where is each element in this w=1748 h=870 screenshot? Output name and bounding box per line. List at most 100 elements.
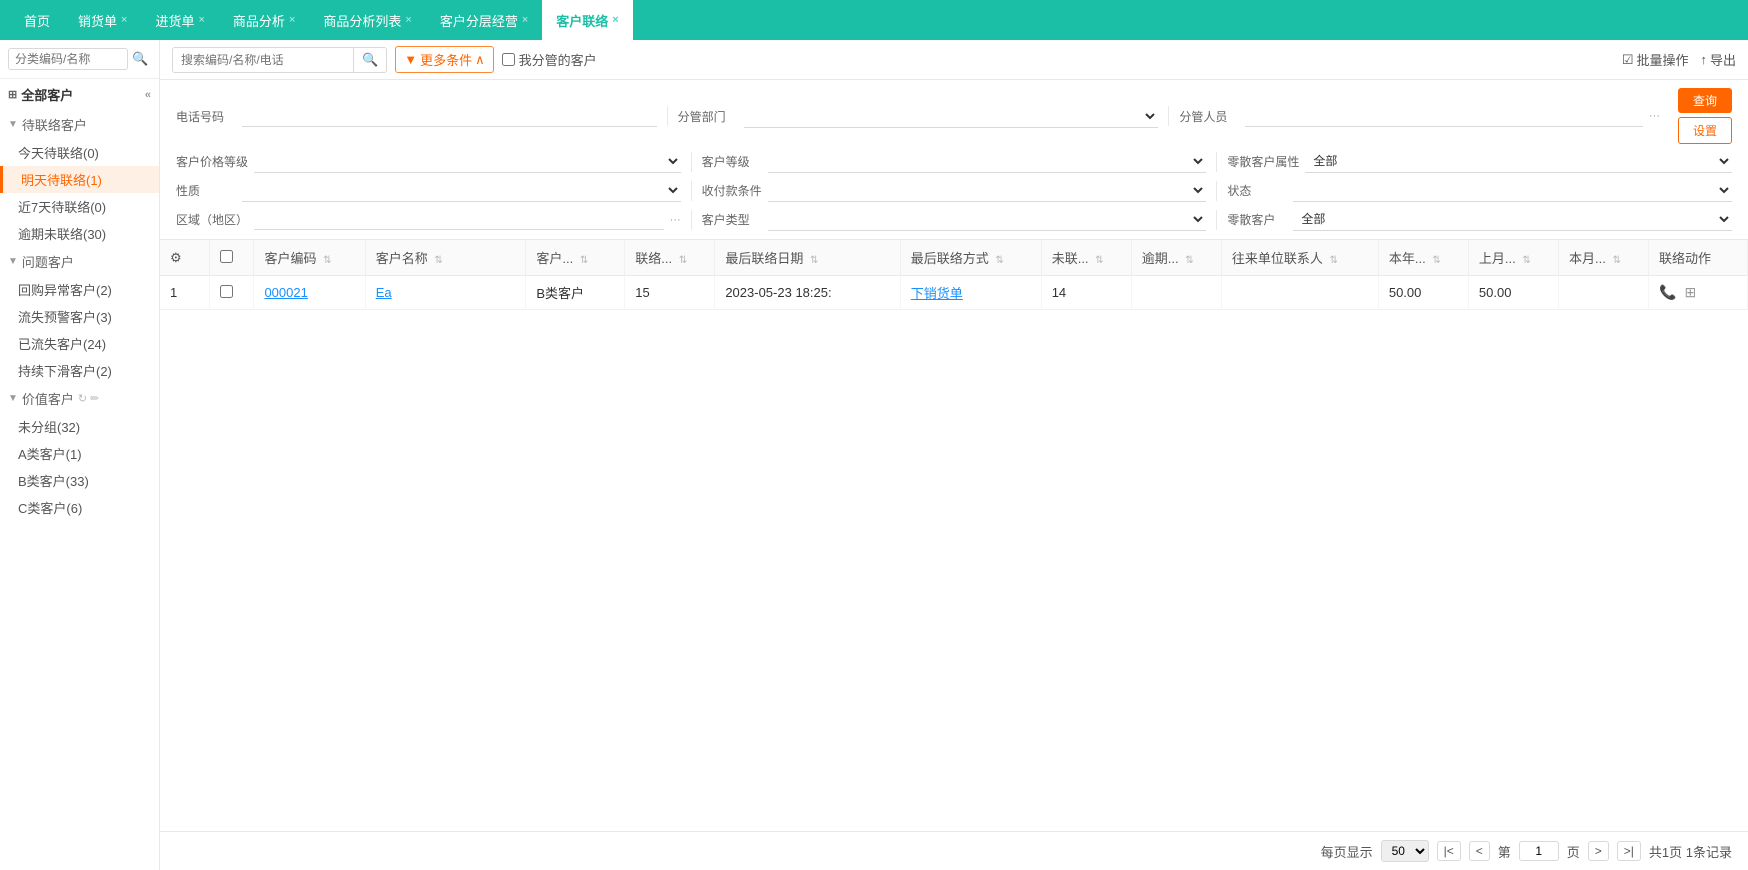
- sidebar-group-value[interactable]: ▼ 价值客户 ↻ ✏: [0, 384, 159, 413]
- status-label: 状态: [1227, 182, 1287, 199]
- close-icon[interactable]: ×: [121, 14, 127, 26]
- sidebar-item-repurchase-abnormal[interactable]: 回购异常客户(2): [0, 276, 159, 303]
- person-input[interactable]: [1245, 106, 1643, 127]
- row-checkbox[interactable]: [220, 285, 233, 298]
- more-filter-button[interactable]: ▼ 更多条件 ∧: [395, 46, 493, 73]
- nav-home[interactable]: 首页: [10, 0, 64, 40]
- col-header-contacts[interactable]: 联络... ⇅: [625, 240, 715, 276]
- sidebar-item-a-class[interactable]: A类客户(1): [0, 440, 159, 467]
- separator: [1168, 106, 1169, 126]
- settings-button[interactable]: 设置: [1678, 117, 1732, 144]
- export-button[interactable]: ↑ 导出: [1700, 50, 1736, 69]
- refresh-icon[interactable]: ↻: [78, 392, 87, 405]
- nav-purchase[interactable]: 进货单 ×: [141, 0, 218, 40]
- search-icon[interactable]: 🔍: [132, 51, 148, 67]
- first-page-button[interactable]: |<: [1437, 841, 1461, 861]
- select-all-checkbox[interactable]: [220, 250, 233, 263]
- col-header-last-month[interactable]: 上月... ⇅: [1468, 240, 1558, 276]
- customer-level-label: 客户等级: [702, 153, 762, 170]
- search-button[interactable]: 🔍: [353, 48, 386, 72]
- sidebar-group-pending[interactable]: ▼ 待联络客户: [0, 110, 159, 139]
- table-row: 1 000021 Ea B类客户: [160, 276, 1748, 310]
- col-header-last-method[interactable]: 最后联络方式 ⇅: [900, 240, 1041, 276]
- cell-type: B类客户: [526, 276, 625, 310]
- region-more-icon[interactable]: ···: [670, 214, 681, 226]
- sidebar-item-overdue-contact[interactable]: 逾期未联络(30): [0, 220, 159, 247]
- phone-input[interactable]: [242, 106, 657, 127]
- sort-icon: ⇅: [1522, 255, 1530, 266]
- filter-person: 分管人员 ···: [1179, 106, 1660, 127]
- collapse-icon[interactable]: «: [145, 89, 151, 101]
- search-input[interactable]: [173, 49, 353, 71]
- nav-customer-contact[interactable]: 客户联络 ×: [542, 0, 632, 40]
- filter-dept: 分管部门: [678, 105, 1159, 128]
- region-input[interactable]: [254, 209, 664, 230]
- phone-action-icon[interactable]: 📞: [1659, 284, 1676, 301]
- col-header-last-date[interactable]: 最后联络日期 ⇅: [715, 240, 900, 276]
- nav-customer-tier[interactable]: 客户分层经营 ×: [426, 0, 542, 40]
- customer-code-link[interactable]: 000021: [264, 285, 307, 300]
- col-header-this-year[interactable]: 本年... ⇅: [1378, 240, 1468, 276]
- sidebar-item-c-class[interactable]: C类客户(6): [0, 494, 159, 521]
- batch-operation-button[interactable]: ☑ 批量操作: [1622, 50, 1689, 69]
- nature-select[interactable]: [242, 179, 681, 202]
- my-customers-checkbox[interactable]: [502, 53, 515, 66]
- sidebar-item-churned[interactable]: 已流失客户(24): [0, 330, 159, 357]
- close-icon[interactable]: ×: [198, 14, 204, 26]
- settings-icon[interactable]: ⚙: [170, 250, 182, 265]
- last-page-button[interactable]: >|: [1617, 841, 1641, 861]
- sidebar-item-7day-contact[interactable]: 近7天待联络(0): [0, 193, 159, 220]
- page-number-input[interactable]: [1519, 841, 1559, 861]
- sort-icon: ⇅: [1432, 255, 1440, 266]
- retail-attr-label: 零散客户属性: [1227, 153, 1299, 170]
- sidebar-item-churn-warning[interactable]: 流失预警客户(3): [0, 303, 159, 330]
- col-header-type[interactable]: 客户... ⇅: [526, 240, 625, 276]
- sidebar-item-b-class[interactable]: B类客户(33): [0, 467, 159, 494]
- per-page-select[interactable]: 50: [1381, 840, 1429, 862]
- col-header-overdue[interactable]: 逾期... ⇅: [1131, 240, 1221, 276]
- col-header-code[interactable]: 客户编码 ⇅: [254, 240, 365, 276]
- sidebar-item-today-contact[interactable]: 今天待联络(0): [0, 139, 159, 166]
- query-button[interactable]: 查询: [1678, 88, 1732, 113]
- close-icon[interactable]: ×: [405, 14, 411, 26]
- customer-type-select[interactable]: [768, 208, 1207, 231]
- close-icon[interactable]: ×: [522, 14, 528, 26]
- last-method-link[interactable]: 下销货单: [911, 286, 963, 301]
- col-header-unlinked[interactable]: 未联... ⇅: [1041, 240, 1131, 276]
- col-header-name[interactable]: 客户名称 ⇅: [365, 240, 526, 276]
- col-header-person[interactable]: 往来单位联系人 ⇅: [1221, 240, 1378, 276]
- cell-contacts: 15: [625, 276, 715, 310]
- filter-customer-level: 客户等级: [702, 150, 1207, 173]
- close-icon[interactable]: ×: [612, 14, 618, 26]
- data-table: ⚙ 客户编码 ⇅ 客户名称 ⇅: [160, 240, 1748, 310]
- nav-product-analysis[interactable]: 商品分析 ×: [219, 0, 309, 40]
- payment-select[interactable]: [768, 179, 1207, 202]
- payment-label: 收付款条件: [702, 182, 762, 199]
- price-level-select[interactable]: [254, 150, 681, 173]
- nav-sales[interactable]: 销货单 ×: [64, 0, 141, 40]
- next-page-button[interactable]: >: [1588, 841, 1609, 861]
- edit-icon[interactable]: ✏: [90, 392, 99, 405]
- retail-select[interactable]: 全部: [1293, 208, 1732, 231]
- dept-select[interactable]: [744, 105, 1159, 128]
- grid-action-icon[interactable]: ⊞: [1684, 284, 1696, 301]
- close-icon[interactable]: ×: [289, 14, 295, 26]
- customer-name-link[interactable]: Ea: [376, 285, 392, 300]
- status-select[interactable]: [1293, 179, 1732, 202]
- prev-page-button[interactable]: <: [1469, 841, 1490, 861]
- sidebar-search-input[interactable]: [8, 48, 128, 70]
- retail-attr-select[interactable]: 全部: [1305, 150, 1732, 173]
- sidebar-item-declining[interactable]: 持续下滑客户(2): [0, 357, 159, 384]
- nav-product-analysis-list[interactable]: 商品分析列表 ×: [309, 0, 425, 40]
- table-container: ⚙ 客户编码 ⇅ 客户名称 ⇅: [160, 240, 1748, 831]
- person-more-icon[interactable]: ···: [1649, 110, 1660, 122]
- customer-level-select[interactable]: [768, 150, 1207, 173]
- sort-icon: ⇅: [1329, 255, 1337, 266]
- col-header-this-month[interactable]: 本月... ⇅: [1558, 240, 1648, 276]
- page-label: 第: [1498, 842, 1511, 861]
- my-customers-checkbox-label[interactable]: 我分管的客户: [502, 50, 597, 69]
- sidebar-group-problem[interactable]: ▼ 问题客户: [0, 247, 159, 276]
- sidebar-item-ungrouped[interactable]: 未分组(32): [0, 413, 159, 440]
- cell-overdue: [1131, 276, 1221, 310]
- sidebar-item-tomorrow-contact[interactable]: 明天待联络(1): [0, 166, 159, 193]
